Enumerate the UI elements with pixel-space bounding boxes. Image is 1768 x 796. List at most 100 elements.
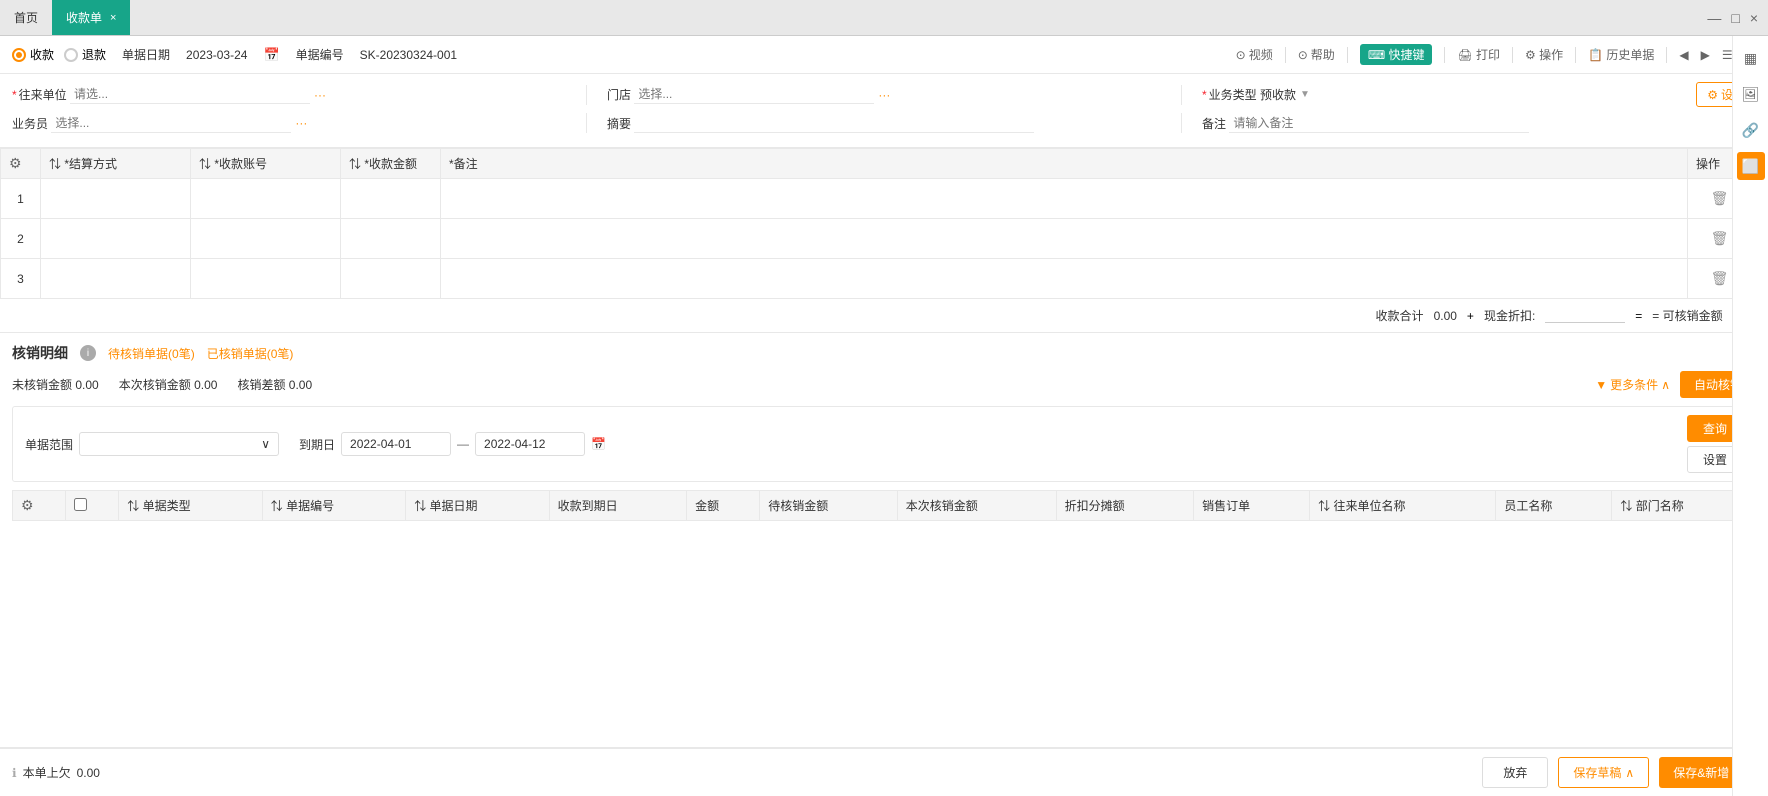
salesperson-input[interactable] [51,114,291,133]
action-shortcuts[interactable]: ⌨ 快捷键 [1360,44,1433,65]
nav-prev-icon[interactable]: ◀ [1679,48,1688,62]
business-type-label: 业务类型 [1209,86,1257,103]
nav-next-icon[interactable]: ▶ [1701,48,1710,62]
draft-button[interactable]: 保存草稿 ∧ [1558,757,1649,788]
draft-label: 保存草稿 [1573,764,1621,781]
sort-icon-docdate: ⇅ [414,499,426,513]
bottom-table: ⚙ ⇅ 单据类型 ⇅ 单据编号 ⇅ 单据日期 [12,490,1756,521]
counterparty-more-icon[interactable]: ··· [314,88,326,102]
draft-chevron: ∧ [1625,766,1634,780]
verification-section: 核销明细 i 待核销单据(0笔) 已核销单据(0笔) 未核销金额 0.00 本次… [0,333,1768,747]
header-actions: ⊙ 视频 ⊙ 帮助 ⌨ 快捷键 🖨 打印 ⚙ 操作 📋 历史单据 ◀ ▶ ☰ ▦ [1236,44,1756,65]
discount-input[interactable] [1545,308,1625,323]
store-more-icon[interactable]: ··· [878,88,890,102]
row-remark-1[interactable] [441,179,1688,219]
tab-close-icon[interactable]: × [110,12,116,24]
row-settle-3[interactable] [41,259,191,299]
row-account-2[interactable] [191,219,341,259]
salesperson-label: 业务员 [12,115,48,132]
date-to-input[interactable] [475,432,585,456]
row-remark-3[interactable] [441,259,1688,299]
row-settle-1[interactable] [41,179,191,219]
sidebar-link-icon[interactable]: 🔗 [1737,116,1765,144]
stat-diff: 核销差额 0.00 [237,376,312,393]
row-account-1[interactable] [191,179,341,219]
date-range-separator: — [457,437,469,451]
action-video[interactable]: ⊙ 视频 [1236,46,1273,63]
divider-1 [1285,47,1286,63]
sidebar-scan-icon[interactable]: ⬜ [1737,152,1765,180]
bottom-table-settings-icon[interactable]: ⚙ [21,497,34,513]
sep-4 [1181,113,1182,133]
row-num-2: 2 [1,219,41,259]
col-sales-order-header: 销售订单 [1194,491,1310,521]
row-settle-2[interactable] [41,219,191,259]
divider-2 [1347,47,1348,63]
number-label: 单据编号 [296,46,344,63]
col-pending-verif-header: 待核销金额 [760,491,897,521]
salesperson-field: 业务员 ··· [12,114,566,133]
business-type-chevron[interactable]: ▼ [1300,89,1310,100]
range-select[interactable]: ∨ [79,432,279,456]
remark-input[interactable] [1229,114,1529,133]
counterparty-field: * 往来单位 ··· [12,85,566,104]
verif-completed-tab[interactable]: 已核销单据(0笔) [207,345,294,362]
row-remark-2[interactable] [441,219,1688,259]
summary-input[interactable] [634,114,1034,133]
counterparty-input[interactable] [70,85,310,104]
select-all-checkbox[interactable] [74,498,87,511]
close-icon[interactable]: × [1750,10,1758,26]
radio-tuikuan[interactable]: 退款 [64,46,106,63]
sidebar-table-icon[interactable]: ▦ [1737,44,1765,72]
window-controls: — □ × [1707,10,1768,26]
store-input[interactable] [634,85,874,104]
maximize-icon[interactable]: □ [1731,10,1739,26]
row-account-3[interactable] [191,259,341,299]
radio-tuikuan-dot [64,48,78,62]
verif-pending-tab[interactable]: 待核销单据(0笔) [108,345,195,362]
save-new-label: 保存&新增 [1673,764,1729,781]
salesperson-more-icon[interactable]: ··· [295,116,307,130]
date-value: 2023-03-24 [186,48,247,62]
abandon-button[interactable]: 放弃 [1482,757,1548,788]
table-row: 1 🗑 ⧉ [1,179,1768,219]
delete-icon-3[interactable]: 🗑 [1711,270,1729,287]
store-label: 门店 [607,86,631,103]
date-from-input[interactable] [341,432,451,456]
right-sidebar: ▦ 🖼 🔗 ⬜ [1732,36,1768,796]
table-settings-icon[interactable]: ⚙ [9,155,22,171]
footer-info-icon[interactable]: ℹ [12,766,17,780]
calendar-icon[interactable]: 📅 [263,47,279,63]
range-filter: 单据范围 ∨ [25,432,279,456]
date-calendar-icon-1[interactable]: 📅 [591,437,606,451]
more-conditions-btn[interactable]: ▼ 更多条件 ∧ [1595,376,1670,393]
tab-active[interactable]: 收款单 × [52,0,130,35]
equals-sign: = [1635,309,1642,323]
main-table: ⚙ ⇅ *结算方式 ⇅ *收款账号 ⇅ *收款金额 *备 [0,148,1768,299]
discount-label: 现金折扣: [1484,307,1535,324]
verif-stats: 未核销金额 0.00 本次核销金额 0.00 核销差额 0.00 ▼ 更多条件 … [12,371,1756,398]
action-history[interactable]: 📋 历史单据 [1588,46,1654,63]
row-amount-1[interactable] [341,179,441,219]
total-value: 0.00 [1434,309,1457,323]
remark-label: 备注 [1202,115,1226,132]
delete-icon-2[interactable]: 🗑 [1711,230,1729,247]
divider-6 [1666,47,1667,63]
footer: ℹ 本单上欠 0.00 放弃 保存草稿 ∧ 保存&新增 ∧ [0,747,1768,796]
radio-shoukuan[interactable]: 收款 [12,46,54,63]
verif-info-icon[interactable]: i [80,345,96,361]
row-amount-2[interactable] [341,219,441,259]
minimize-icon[interactable]: — [1707,10,1721,26]
tab-home[interactable]: 首页 [0,0,52,35]
col-company-header: ⇅ 往来单位名称 [1310,491,1496,521]
row-amount-3[interactable] [341,259,441,299]
delete-icon-1[interactable]: 🗑 [1711,190,1729,207]
action-operations[interactable]: ⚙ 操作 [1525,46,1563,63]
tab-home-label: 首页 [14,9,38,26]
action-help[interactable]: ⊙ 帮助 [1298,46,1335,63]
action-print[interactable]: 🖨 打印 [1457,46,1500,63]
sort-icon-3: ⇅ [349,157,361,171]
business-type-field: * 业务类型 预收款 ▼ ⚙ 设置 [1202,82,1756,107]
divider-5 [1575,47,1576,63]
sidebar-image-icon[interactable]: 🖼 [1737,80,1765,108]
